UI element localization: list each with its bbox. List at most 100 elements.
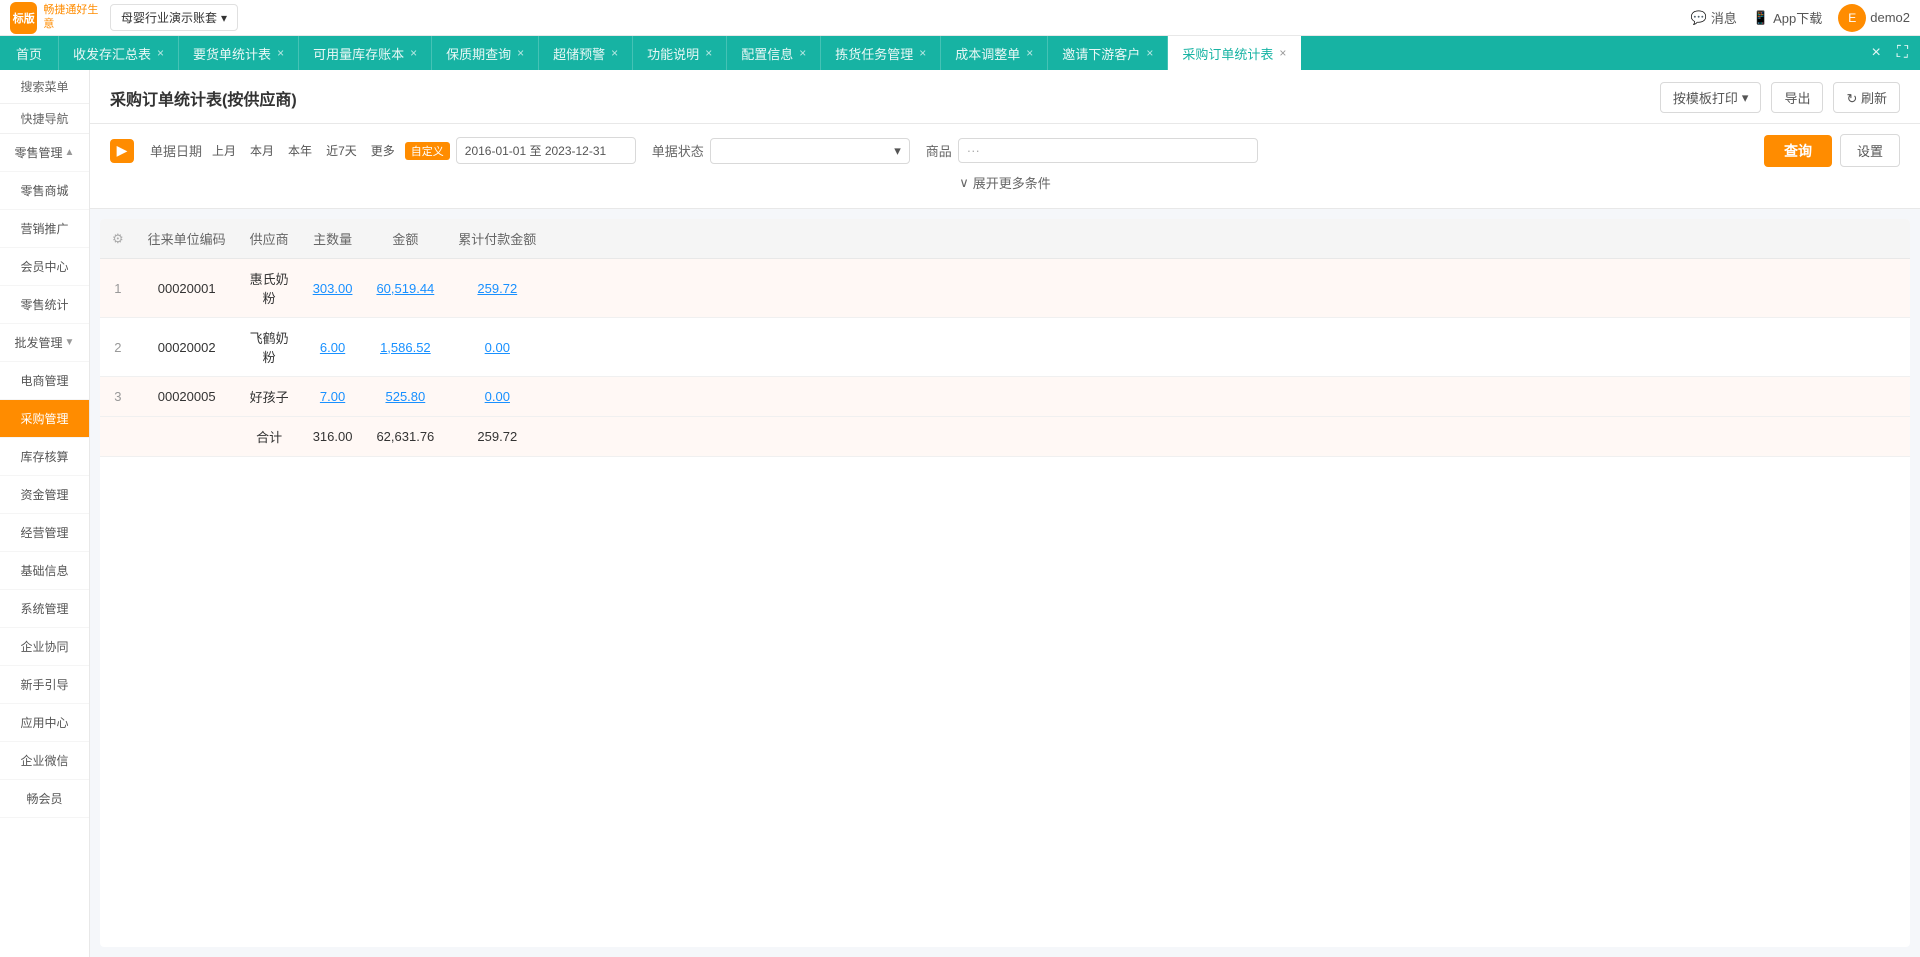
app-download-label: App下载	[1773, 8, 1822, 27]
tab-function-desc-label: 功能说明	[647, 44, 699, 63]
table-container: ⚙ 往来单位编码 供应商 主数量 金额 累计付款金额 1 00020001 惠氏…	[100, 219, 1910, 947]
tab-receive-send-close[interactable]: ×	[157, 46, 164, 60]
sidebar-item-enterprise-collab[interactable]: 企业协同	[0, 628, 89, 666]
date-range-value: 2016-01-01 至 2023-12-31	[465, 144, 606, 158]
sidebar-item-retail-mall[interactable]: 零售商城	[0, 172, 89, 210]
footer-label-2: 合计	[238, 417, 301, 457]
logo-area: 标版 畅捷通好生意	[10, 2, 100, 34]
row-paid-2[interactable]: 0.00	[446, 318, 548, 377]
row-amount-3[interactable]: 525.80	[364, 377, 446, 417]
user-area[interactable]: E demo2	[1838, 4, 1910, 32]
row-paid-1[interactable]: 259.72	[446, 259, 548, 318]
sidebar-item-new-guide[interactable]: 新手引导	[0, 666, 89, 704]
date-shortcut-last-month[interactable]: 上月	[208, 140, 240, 161]
tab-cost-adjust[interactable]: 成本调整单 ×	[941, 36, 1048, 70]
row-qty-1[interactable]: 303.00	[301, 259, 365, 318]
sidebar-item-wholesale-mgmt[interactable]: 批发管理 ▼	[0, 324, 89, 362]
tab-invite-downstream-close[interactable]: ×	[1146, 46, 1153, 60]
expand-more-btn[interactable]: ∨ 展开更多条件	[110, 167, 1900, 198]
tab-available-stock-close[interactable]: ×	[410, 46, 417, 60]
sidebar-quick-nav[interactable]: 快捷导航	[0, 104, 89, 134]
fullscreen-btn[interactable]: ⛶	[1893, 40, 1912, 66]
tab-warranty-query[interactable]: 保质期查询 ×	[432, 36, 539, 70]
table-header-row: ⚙ 往来单位编码 供应商 主数量 金额 累计付款金额	[100, 219, 1910, 259]
table-body: 1 00020001 惠氏奶粉 303.00 60,519.44 259.72 …	[100, 259, 1910, 417]
tab-warranty-query-close[interactable]: ×	[517, 46, 524, 60]
tab-pickup-task-label: 拣货任务管理	[835, 44, 913, 63]
tab-cost-adjust-close[interactable]: ×	[1026, 46, 1033, 60]
sidebar-item-member-center[interactable]: 会员中心	[0, 248, 89, 286]
tab-config-info-close[interactable]: ×	[799, 46, 806, 60]
sidebar-search[interactable]: 搜索菜单	[0, 70, 89, 104]
filter-area: ▶ 单据日期 上月 本月 本年 近7天 更多 自定义 2016-01-01 至 …	[90, 124, 1920, 209]
tab-receive-send[interactable]: 收发存汇总表 ×	[59, 36, 179, 70]
filter-toggle-btn[interactable]: ▶	[110, 139, 134, 163]
date-filter-label: 单据日期	[150, 141, 202, 160]
query-btn[interactable]: 查询	[1764, 135, 1832, 167]
sidebar-item-purchase-mgmt[interactable]: 采购管理	[0, 400, 89, 438]
sidebar-item-capital-mgmt[interactable]: 资金管理	[0, 476, 89, 514]
tab-purchase-stats-close[interactable]: ×	[1279, 46, 1286, 60]
top-right: 💬 消息 📱 App下载 E demo2	[1691, 4, 1910, 32]
col-settings[interactable]: ⚙	[100, 219, 136, 259]
row-amount-1[interactable]: 60,519.44	[364, 259, 446, 318]
date-range-input[interactable]: 2016-01-01 至 2023-12-31	[456, 137, 636, 164]
status-select[interactable]: ▾	[710, 138, 910, 164]
refresh-btn[interactable]: ↻ 刷新	[1833, 82, 1900, 113]
date-shortcut-this-year[interactable]: 本年	[284, 140, 316, 161]
workspace-selector[interactable]: 母婴行业演示账套 ▾	[110, 4, 238, 31]
export-btn[interactable]: 导出	[1771, 82, 1823, 113]
table-head: ⚙ 往来单位编码 供应商 主数量 金额 累计付款金额	[100, 219, 1910, 259]
row-num-1: 1	[100, 259, 136, 318]
status-filter-label: 单据状态	[652, 141, 704, 160]
messages-btn[interactable]: 💬 消息	[1691, 8, 1737, 27]
sidebar-item-ops-mgmt[interactable]: 经营管理	[0, 514, 89, 552]
row-qty-2[interactable]: 6.00	[301, 318, 365, 377]
goods-input[interactable]: ···	[958, 138, 1258, 163]
tab-pickup-task-close[interactable]: ×	[919, 46, 926, 60]
tab-function-desc[interactable]: 功能说明 ×	[633, 36, 727, 70]
sidebar-item-sys-mgmt[interactable]: 系统管理	[0, 590, 89, 628]
tab-home[interactable]: 首页	[0, 36, 59, 70]
row-qty-3[interactable]: 7.00	[301, 377, 365, 417]
avatar: E	[1838, 4, 1866, 32]
tab-function-desc-close[interactable]: ×	[705, 46, 712, 60]
row-amount-2[interactable]: 1,586.52	[364, 318, 446, 377]
date-shortcut-more[interactable]: 更多	[367, 140, 399, 161]
settings-btn[interactable]: 设置	[1840, 134, 1900, 167]
app-download-btn[interactable]: 📱 App下载	[1753, 8, 1822, 27]
sidebar-item-retail-mgmt[interactable]: 零售管理 ▲	[0, 134, 89, 172]
row-code-1: 00020001	[136, 259, 238, 318]
basic-info-label: 基础信息	[20, 562, 68, 579]
tab-available-stock[interactable]: 可用量库存账本 ×	[299, 36, 432, 70]
tab-invite-downstream[interactable]: 邀请下游客户 ×	[1048, 36, 1168, 70]
tab-config-info[interactable]: 配置信息 ×	[727, 36, 821, 70]
sidebar-item-enterprise-wechat[interactable]: 企业微信	[0, 742, 89, 780]
sidebar-item-member[interactable]: 畅会员	[0, 780, 89, 818]
sidebar-item-app-center[interactable]: 应用中心	[0, 704, 89, 742]
row-num-3: 3	[100, 377, 136, 417]
tab-overstock-warning-close[interactable]: ×	[611, 46, 618, 60]
sidebar-item-retail-stats[interactable]: 零售统计	[0, 286, 89, 324]
footer-qty: 316.00	[301, 417, 365, 457]
footer-extra	[548, 417, 1910, 457]
sidebar-item-basic-info[interactable]: 基础信息	[0, 552, 89, 590]
date-shortcut-7days[interactable]: 近7天	[322, 140, 361, 161]
tab-purchase-stats-label: 采购订单统计表	[1182, 44, 1273, 63]
tab-purchase-stats[interactable]: 采购订单统计表 ×	[1168, 36, 1301, 70]
tab-order-stats-close[interactable]: ×	[277, 46, 284, 60]
tab-pickup-task[interactable]: 拣货任务管理 ×	[821, 36, 941, 70]
date-shortcut-this-month[interactable]: 本月	[246, 140, 278, 161]
template-print-btn[interactable]: 按模板打印 ▾	[1660, 82, 1762, 113]
tab-order-stats[interactable]: 要货单统计表 ×	[179, 36, 299, 70]
close-tab-btn[interactable]: ×	[1867, 40, 1884, 66]
sidebar-item-marketing[interactable]: 营销推广	[0, 210, 89, 248]
app-download-icon: 📱	[1753, 10, 1769, 26]
retail-mgmt-label: 零售管理	[15, 144, 63, 161]
sidebar-item-ecom-mgmt[interactable]: 电商管理	[0, 362, 89, 400]
col-code: 往来单位编码	[136, 219, 238, 259]
row-paid-3[interactable]: 0.00	[446, 377, 548, 417]
tab-overstock-warning[interactable]: 超储预警 ×	[539, 36, 633, 70]
sidebar-item-inventory-check[interactable]: 库存核算	[0, 438, 89, 476]
footer-empty	[100, 417, 136, 457]
